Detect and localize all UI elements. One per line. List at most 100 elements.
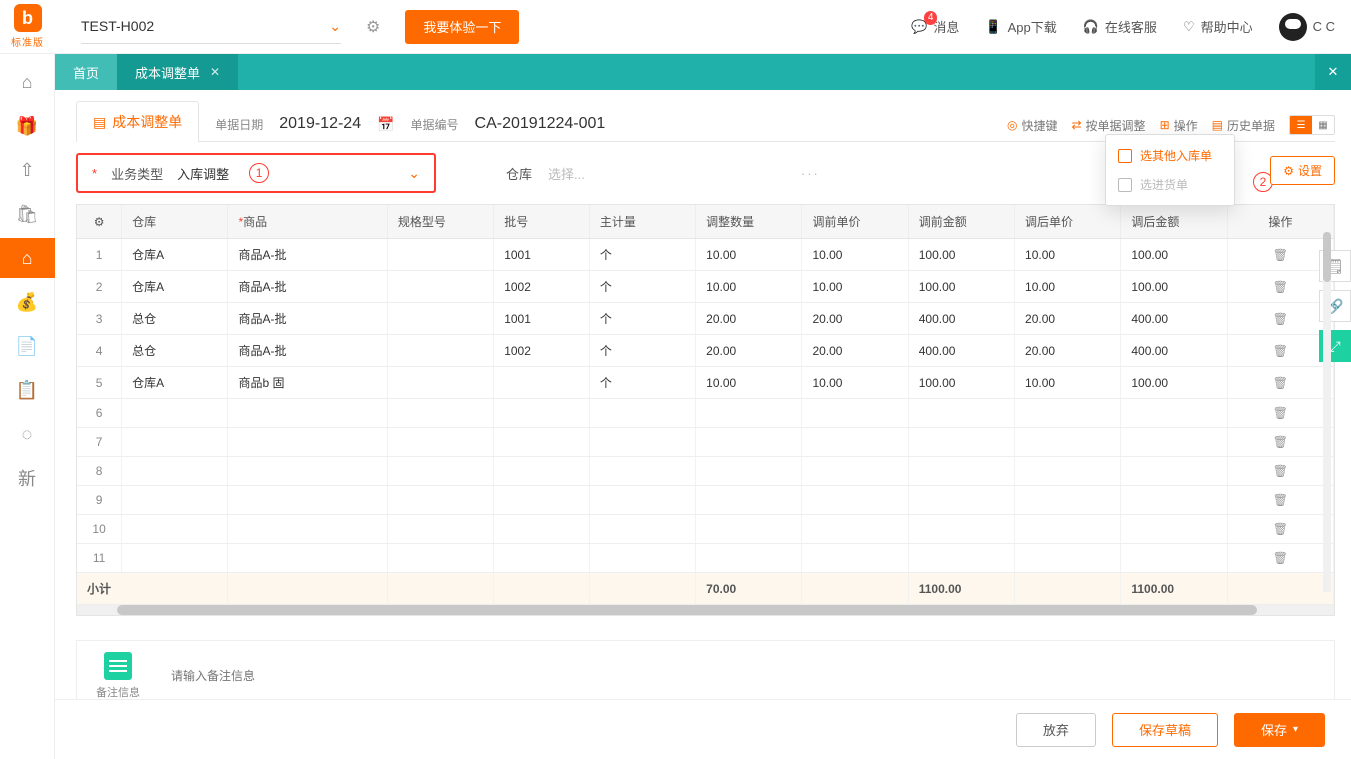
settings-button[interactable]: ⚙设置	[1270, 156, 1335, 185]
cell-spec[interactable]	[387, 515, 493, 544]
cell-price-after[interactable]	[1015, 399, 1121, 428]
cell-product[interactable]	[228, 486, 387, 515]
cell-unit[interactable]: 个	[589, 271, 695, 303]
cell-product[interactable]: 商品A-批	[228, 239, 387, 271]
cell-unit[interactable]	[589, 457, 695, 486]
cell-product[interactable]: 商品A-批	[228, 271, 387, 303]
cell-amount-before[interactable]: 100.00	[908, 271, 1014, 303]
side-loading-icon[interactable]: ◌	[0, 414, 55, 454]
cell-product[interactable]	[228, 457, 387, 486]
cell-spec[interactable]	[387, 335, 493, 367]
cell-qty[interactable]: 20.00	[696, 303, 802, 335]
cell-price-after[interactable]	[1015, 486, 1121, 515]
cell-warehouse[interactable]	[122, 457, 228, 486]
cell-batch[interactable]	[494, 399, 590, 428]
cell-warehouse[interactable]	[122, 428, 228, 457]
cell-unit[interactable]: 个	[589, 239, 695, 271]
cell-batch[interactable]	[494, 515, 590, 544]
cell-unit[interactable]: 个	[589, 367, 695, 399]
cell-amount-before[interactable]: 100.00	[908, 367, 1014, 399]
cell-qty[interactable]: 20.00	[696, 335, 802, 367]
cell-amount-after[interactable]	[1121, 515, 1227, 544]
cell-batch[interactable]	[494, 486, 590, 515]
cell-batch[interactable]	[494, 367, 590, 399]
cell-product[interactable]: 商品A-批	[228, 303, 387, 335]
cell-batch[interactable]: 1001	[494, 303, 590, 335]
cell-price-before[interactable]	[802, 515, 908, 544]
side-home-icon[interactable]: ⌂	[0, 62, 55, 102]
cell-spec[interactable]	[387, 428, 493, 457]
cell-warehouse[interactable]: 总仓	[122, 303, 228, 335]
doc-tab[interactable]: ▤ 成本调整单	[76, 101, 199, 142]
delete-row-button[interactable]: 🗑	[1227, 303, 1333, 335]
cell-price-after[interactable]	[1015, 428, 1121, 457]
cell-price-after[interactable]: 10.00	[1015, 239, 1121, 271]
delete-row-button[interactable]: 🗑	[1227, 239, 1333, 271]
discard-button[interactable]: 放弃	[1016, 713, 1096, 747]
table-row[interactable]: 7🗑	[77, 428, 1334, 457]
cell-qty[interactable]	[696, 399, 802, 428]
ops-action[interactable]: ⊞操作	[1160, 117, 1198, 134]
cell-spec[interactable]	[387, 457, 493, 486]
cell-unit[interactable]	[589, 515, 695, 544]
table-row[interactable]: 11🗑	[77, 544, 1334, 573]
history-action[interactable]: ▤历史单据	[1212, 117, 1275, 134]
cell-amount-after[interactable]	[1121, 486, 1227, 515]
cell-price-before[interactable]: 20.00	[802, 335, 908, 367]
cell-amount-after[interactable]: 400.00	[1121, 335, 1227, 367]
cell-price-after[interactable]: 20.00	[1015, 303, 1121, 335]
cell-spec[interactable]	[387, 239, 493, 271]
cell-qty[interactable]	[696, 515, 802, 544]
cell-amount-after[interactable]	[1121, 457, 1227, 486]
cell-amount-after[interactable]	[1121, 399, 1227, 428]
cell-product[interactable]	[228, 428, 387, 457]
cell-amount-after[interactable]: 100.00	[1121, 271, 1227, 303]
cell-batch[interactable]: 1002	[494, 335, 590, 367]
side-money-icon[interactable]: 💰	[0, 282, 55, 322]
table-row[interactable]: 10🗑	[77, 515, 1334, 544]
cell-batch[interactable]: 1002	[494, 271, 590, 303]
cell-warehouse[interactable]: 仓库A	[122, 239, 228, 271]
cell-amount-before[interactable]	[908, 457, 1014, 486]
cell-price-after[interactable]: 10.00	[1015, 271, 1121, 303]
biz-type-select[interactable]: * 业务类型 入库调整 1 ⌄	[76, 153, 436, 193]
table-row[interactable]: 2仓库A商品A-批1002个10.0010.00100.0010.00100.0…	[77, 271, 1334, 303]
table-row[interactable]: 8🗑	[77, 457, 1334, 486]
cell-price-before[interactable]: 10.00	[802, 367, 908, 399]
delete-row-button[interactable]: 🗑	[1227, 457, 1333, 486]
help-link[interactable]: ♡帮助中心	[1183, 17, 1253, 36]
cell-warehouse[interactable]: 仓库A	[122, 367, 228, 399]
cell-amount-after[interactable]: 400.00	[1121, 303, 1227, 335]
horizontal-scrollbar[interactable]	[77, 605, 1334, 615]
cell-unit[interactable]	[589, 399, 695, 428]
cell-amount-after[interactable]	[1121, 544, 1227, 573]
view-toggle[interactable]: ☰▦	[1289, 115, 1335, 135]
side-bag-icon[interactable]: 🛍	[0, 194, 55, 234]
cell-spec[interactable]	[387, 399, 493, 428]
cell-qty[interactable]: 10.00	[696, 271, 802, 303]
cell-amount-before[interactable]: 100.00	[908, 239, 1014, 271]
free-trial-button[interactable]: 我要体验一下	[405, 10, 519, 44]
table-row[interactable]: 1仓库A商品A-批1001个10.0010.00100.0010.00100.0…	[77, 239, 1334, 271]
user-menu[interactable]: C C	[1279, 13, 1335, 41]
cell-warehouse[interactable]	[122, 515, 228, 544]
table-row[interactable]: 5仓库A商品b 固个10.0010.00100.0010.00100.00🗑	[77, 367, 1334, 399]
cell-price-after[interactable]	[1015, 515, 1121, 544]
cell-spec[interactable]	[387, 544, 493, 573]
cell-warehouse[interactable]	[122, 544, 228, 573]
vertical-scrollbar[interactable]	[1323, 232, 1331, 592]
cell-price-before[interactable]	[802, 486, 908, 515]
close-icon[interactable]: ✕	[210, 65, 220, 79]
cell-unit[interactable]	[589, 428, 695, 457]
calendar-icon[interactable]: 📅	[377, 116, 394, 133]
cell-warehouse[interactable]	[122, 399, 228, 428]
cell-unit[interactable]	[589, 544, 695, 573]
side-new-icon[interactable]: 新	[0, 458, 55, 498]
cell-warehouse[interactable]: 仓库A	[122, 271, 228, 303]
date-value[interactable]: 2019-12-24	[279, 115, 361, 133]
cell-warehouse[interactable]: 总仓	[122, 335, 228, 367]
ellipsis-icon[interactable]: ···	[801, 166, 820, 181]
cell-batch[interactable]	[494, 544, 590, 573]
col-gear[interactable]: ⚙	[77, 205, 122, 239]
delete-row-button[interactable]: 🗑	[1227, 515, 1333, 544]
